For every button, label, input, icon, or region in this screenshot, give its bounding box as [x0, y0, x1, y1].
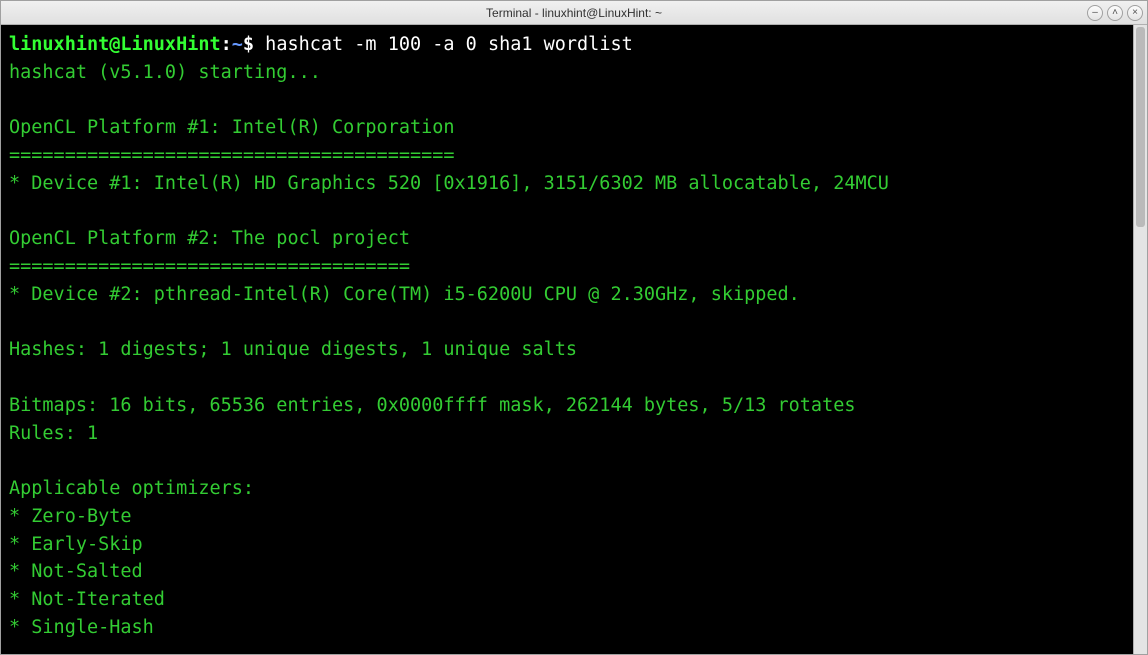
maximize-button[interactable]: ˄ [1107, 5, 1123, 21]
output-starting: hashcat (v5.1.0) starting... [9, 62, 321, 83]
output-hashes: Hashes: 1 digests; 1 unique digests, 1 u… [9, 339, 577, 360]
terminal-body: linuxhint@LinuxHint:~$ hashcat -m 100 -a… [1, 25, 1147, 654]
output-platform1-sep: ======================================== [9, 145, 455, 166]
close-button[interactable]: × [1127, 5, 1143, 21]
window-controls: ‒ ˄ × [1087, 5, 1143, 21]
prompt-user-host: linuxhint@LinuxHint [9, 34, 221, 55]
scrollbar-thumb[interactable] [1136, 27, 1145, 227]
output-platform2-header: OpenCL Platform #2: The pocl project [9, 228, 410, 249]
output-opt2: * Early-Skip [9, 534, 143, 555]
command-text: hashcat -m 100 -a 0 sha1 wordlist [254, 34, 633, 55]
titlebar[interactable]: Terminal - linuxhint@LinuxHint: ~ ‒ ˄ × [1, 1, 1147, 25]
output-optimizers-header: Applicable optimizers: [9, 478, 254, 499]
terminal-content[interactable]: linuxhint@LinuxHint:~$ hashcat -m 100 -a… [1, 25, 1133, 654]
output-device2: * Device #2: pthread-Intel(R) Core(TM) i… [9, 284, 800, 305]
output-platform2-sep: ==================================== [9, 256, 410, 277]
terminal-window: Terminal - linuxhint@LinuxHint: ~ ‒ ˄ × … [0, 0, 1148, 655]
window-title: Terminal - linuxhint@LinuxHint: ~ [486, 6, 662, 20]
output-device1: * Device #1: Intel(R) HD Graphics 520 [0… [9, 173, 889, 194]
output-platform1-header: OpenCL Platform #1: Intel(R) Corporation [9, 117, 455, 138]
prompt-colon: : [221, 34, 232, 55]
output-opt5: * Single-Hash [9, 617, 154, 638]
output-rules: Rules: 1 [9, 423, 98, 444]
minimize-button[interactable]: ‒ [1087, 5, 1103, 21]
prompt-path: ~ [232, 34, 243, 55]
output-opt4: * Not-Iterated [9, 589, 165, 610]
output-opt1: * Zero-Byte [9, 506, 132, 527]
output-opt3: * Not-Salted [9, 561, 143, 582]
scrollbar[interactable] [1133, 25, 1147, 654]
prompt-dollar: $ [243, 34, 254, 55]
output-bitmaps: Bitmaps: 16 bits, 65536 entries, 0x0000f… [9, 395, 855, 416]
